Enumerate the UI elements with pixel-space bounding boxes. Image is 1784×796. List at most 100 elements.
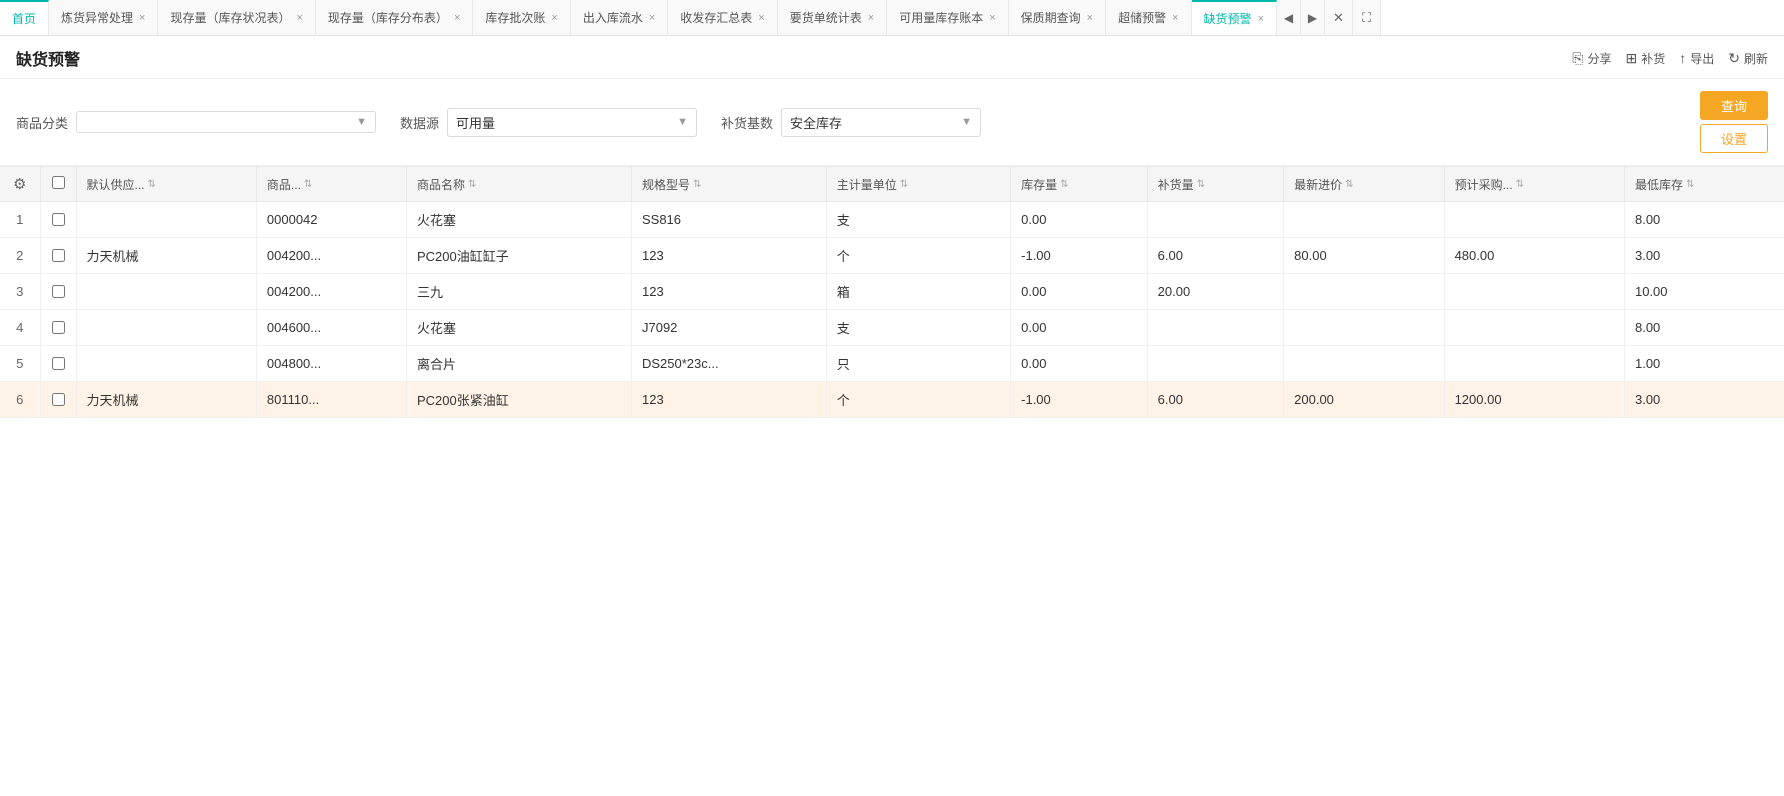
tab-fullscreen-btn[interactable]: ⛶ [1353,0,1381,36]
row-stock-2: -1.00 [1011,238,1148,274]
row-checkbox-6[interactable] [40,382,76,418]
tab-close-expiry-query[interactable]: × [1087,12,1093,24]
tab-prev-btn[interactable]: ◀ [1277,0,1301,36]
tab-inout-flow[interactable]: 出入库流水 × [571,0,668,35]
row-supplier-1 [76,202,256,238]
share-icon: ⎘ [1572,50,1583,67]
sort-icon-product-code: ⇅ [304,179,312,190]
th-latest-price[interactable]: 最新进价 ⇅ [1284,167,1444,202]
tab-close-exception[interactable]: × [139,12,145,24]
row-stock-1: 0.00 [1011,202,1148,238]
tab-close-collect-summary[interactable]: × [758,12,764,24]
row-checkbox-4[interactable] [40,310,76,346]
settings-icon[interactable]: ⚙ [13,175,26,193]
datasource-select[interactable]: 可用量 ▼ [447,108,697,137]
table-row: 2 力天机械 004200... PC200油缸缸子 123 个 -1.00 6… [0,238,1784,274]
row-min-stock-1: 8.00 [1624,202,1784,238]
row-select-2[interactable] [52,249,65,262]
sort-icon-unit: ⇅ [900,179,908,190]
sort-icon-min-stock: ⇅ [1686,179,1694,190]
tab-available-ledger[interactable]: 可用量库存账本 × [887,0,1008,35]
row-select-5[interactable] [52,357,65,370]
refresh-icon: ↻ [1728,50,1740,67]
tab-close-shortage[interactable]: × [1258,13,1264,25]
tab-close-all-btn[interactable]: ✕ [1325,0,1353,36]
row-stock-5: 0.00 [1011,346,1148,382]
row-checkbox-5[interactable] [40,346,76,382]
datasource-select-value: 可用量 [456,113,495,132]
row-supplier-6: 力天机械 [76,382,256,418]
tab-collect-summary[interactable]: 收发存汇总表 × [668,0,777,35]
th-stock[interactable]: 库存量 ⇅ [1011,167,1148,202]
row-spec-2: 123 [631,238,826,274]
export-button[interactable]: ↑ 导出 [1679,50,1714,67]
row-select-1[interactable] [52,213,65,226]
row-min-stock-5: 1.00 [1624,346,1784,382]
th-product-name[interactable]: 商品名称 ⇅ [407,167,632,202]
page-content: 缺货预警 ⎘ 分享 ⊞ 补货 ↑ 导出 ↻ 刷新 商品分类 [0,36,1784,796]
row-select-6[interactable] [52,393,65,406]
th-replenish[interactable]: 补货量 ⇅ [1147,167,1284,202]
tab-batch-account[interactable]: 库存批次账 × [473,0,570,35]
tab-close-available-ledger[interactable]: × [989,12,995,24]
th-min-stock[interactable]: 最低库存 ⇅ [1624,167,1784,202]
header-actions: ⎘ 分享 ⊞ 补货 ↑ 导出 ↻ 刷新 [1572,50,1768,67]
row-index-2: 2 [0,238,40,274]
filter-group-replenish-base: 补货基数 安全库存 ▼ [721,108,981,137]
tab-expiry-query[interactable]: 保质期查询 × [1009,0,1106,35]
tab-order-stats[interactable]: 要货单统计表 × [778,0,887,35]
row-latest-price-5 [1284,346,1444,382]
category-select[interactable]: ▼ [76,111,376,133]
row-product-code-1: 0000042 [256,202,406,238]
th-checkbox[interactable] [40,167,76,202]
row-supplier-4 [76,310,256,346]
th-est-purchase[interactable]: 预计采购... ⇅ [1444,167,1624,202]
share-button[interactable]: ⎘ 分享 [1572,50,1611,67]
table-row: 3 004200... 三九 123 箱 0.00 20.00 10.00 [0,274,1784,310]
tab-home[interactable]: 首页 [0,0,49,35]
row-est-purchase-1 [1444,202,1624,238]
row-latest-price-3 [1284,274,1444,310]
th-supplier[interactable]: 默认供应... ⇅ [76,167,256,202]
row-checkbox-2[interactable] [40,238,76,274]
tab-close-inventory-dist[interactable]: × [454,12,460,24]
th-unit[interactable]: 主计量单位 ⇅ [826,167,1010,202]
query-button[interactable]: 查询 [1700,91,1768,120]
tab-close-order-stats[interactable]: × [868,12,874,24]
tab-close-batch-account[interactable]: × [551,12,557,24]
select-all-checkbox[interactable] [52,176,65,189]
row-replenish-6: 6.00 [1147,382,1284,418]
tab-next-btn[interactable]: ▶ [1301,0,1325,36]
tab-inventory-status[interactable]: 现存量（库存状况表） × [158,0,315,35]
refresh-button[interactable]: ↻ 刷新 [1728,50,1768,67]
tab-inventory-dist[interactable]: 现存量（库存分布表） × [316,0,473,35]
row-select-4[interactable] [52,321,65,334]
settings-button[interactable]: 设置 [1700,124,1768,153]
replenish-base-select[interactable]: 安全库存 ▼ [781,108,981,137]
th-settings[interactable]: ⚙ [0,167,40,202]
th-spec[interactable]: 规格型号 ⇅ [631,167,826,202]
tab-overstock[interactable]: 超储预警 × [1106,0,1191,35]
page-title: 缺货预警 [16,46,80,70]
row-product-code-6: 801110... [256,382,406,418]
replenish-button[interactable]: ⊞ 补货 [1625,50,1665,67]
row-index-3: 3 [0,274,40,310]
tab-close-inventory-status[interactable]: × [296,12,302,24]
row-product-name-4: 火花塞 [407,310,632,346]
sort-icon-latest-price: ⇅ [1345,179,1353,190]
row-product-name-6: PC200张紧油缸 [407,382,632,418]
row-replenish-4 [1147,310,1284,346]
tab-exception[interactable]: 炼货异常处理 × [49,0,158,35]
tab-close-overstock[interactable]: × [1172,12,1178,24]
tab-close-inout-flow[interactable]: × [649,12,655,24]
row-min-stock-2: 3.00 [1624,238,1784,274]
row-unit-6: 个 [826,382,1010,418]
tab-shortage[interactable]: 缺货预警 × [1192,0,1277,35]
row-min-stock-6: 3.00 [1624,382,1784,418]
row-select-3[interactable] [52,285,65,298]
sort-icon-stock: ⇅ [1060,179,1068,190]
th-product-code[interactable]: 商品... ⇅ [256,167,406,202]
row-checkbox-3[interactable] [40,274,76,310]
replenish-icon: ⊞ [1625,50,1637,67]
row-checkbox-1[interactable] [40,202,76,238]
